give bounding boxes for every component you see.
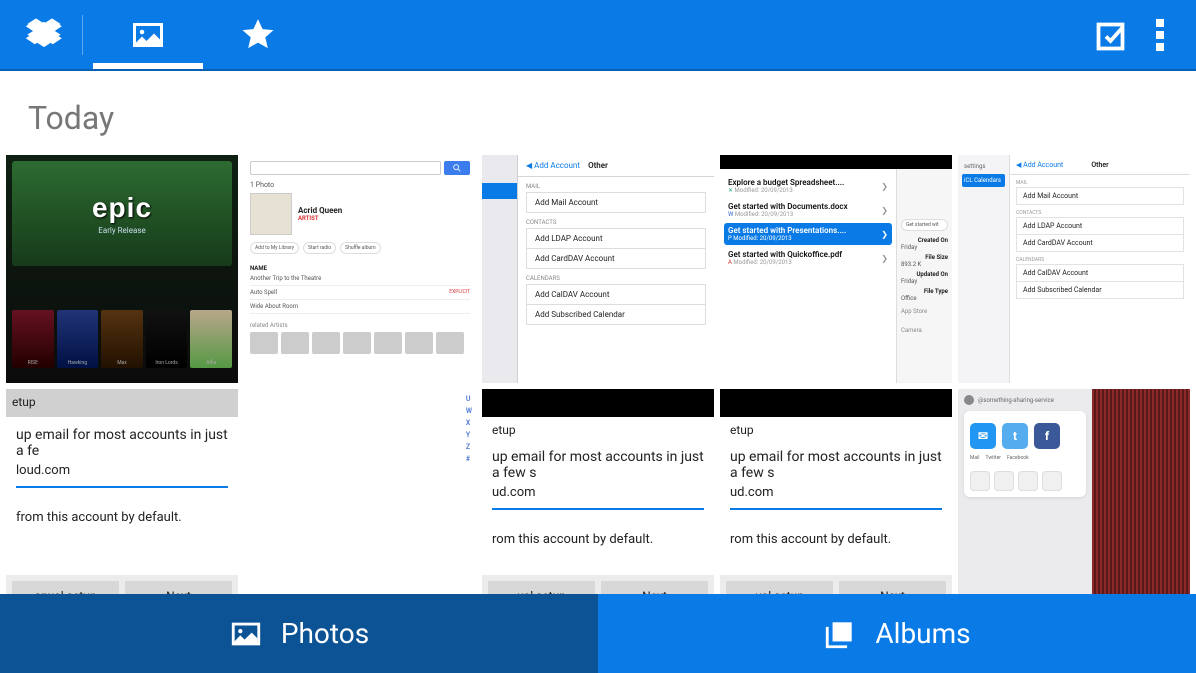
chevron-right-icon: ❯ [881,182,888,191]
albums-icon [823,617,857,651]
select-icon[interactable] [1084,7,1140,63]
poster-title: epic [92,192,152,224]
section-header: Today [0,71,1196,155]
search-icon [444,161,470,175]
thumbnail[interactable]: etup up email for most accounts in just … [482,389,714,594]
thumbnail[interactable]: epic Early Release RISE Hawking Max Iron… [6,155,238,383]
chevron-right-icon: ❯ [881,206,888,215]
tab-favorites[interactable] [203,0,313,69]
tab-albums-bottom[interactable]: Albums [598,594,1196,673]
poster-sub: Early Release [98,226,145,235]
thumbnail[interactable]: etup up email for most accounts in just … [720,389,952,594]
top-tabs [93,0,313,69]
back-link: ◀ Add Account [526,161,580,170]
thumbnail[interactable]: ◀ Add Account Other MailAdd Mail Account… [482,155,714,383]
poster: epic Early Release [12,161,232,266]
thumbnail[interactable]: @something-sharing-service ✉ t f Mail Tw… [958,389,1190,594]
album-art [250,193,292,235]
facebook-icon: f [1034,423,1060,449]
thumbnail[interactable]: etup up email for most accounts in just … [6,389,238,594]
chevron-right-icon: ❯ [881,230,888,239]
thumbnail[interactable]: 1 Photo Acrid Queen ARTIST Add to My Lib… [244,155,476,383]
alphabet-index: U W X Y Z # [466,395,472,463]
dropbox-icon[interactable] [16,7,72,63]
thumbnail[interactable]: U W X Y Z # [244,389,476,594]
tab-photos[interactable] [93,0,203,69]
thumbnail[interactable]: Explore a budget Spreadsheet....✕ Modifi… [720,155,952,383]
mini-posters: RISE Hawking Max Iron Lords Alfie [6,272,238,372]
divider [82,15,83,55]
overflow-icon[interactable] [1140,7,1180,63]
top-app-bar [0,0,1196,71]
mail-icon: ✉ [970,423,996,449]
thumbnail[interactable]: settings iCL Calendars ◀ Add AccountOthe… [958,155,1190,383]
building-photo [1092,389,1190,594]
photo-icon [229,617,263,651]
photo-grid: epic Early Release RISE Hawking Max Iron… [0,155,1196,594]
tab-label: Albums [875,617,970,650]
tab-label: Photos [281,617,369,650]
twitter-icon: t [1002,423,1028,449]
chevron-right-icon: ❯ [881,254,888,263]
bottom-tab-bar: Photos Albums [0,594,1196,673]
content-area: Today epic Early Release RISE Hawking Ma… [0,71,1196,594]
tab-photos-bottom[interactable]: Photos [0,594,598,673]
